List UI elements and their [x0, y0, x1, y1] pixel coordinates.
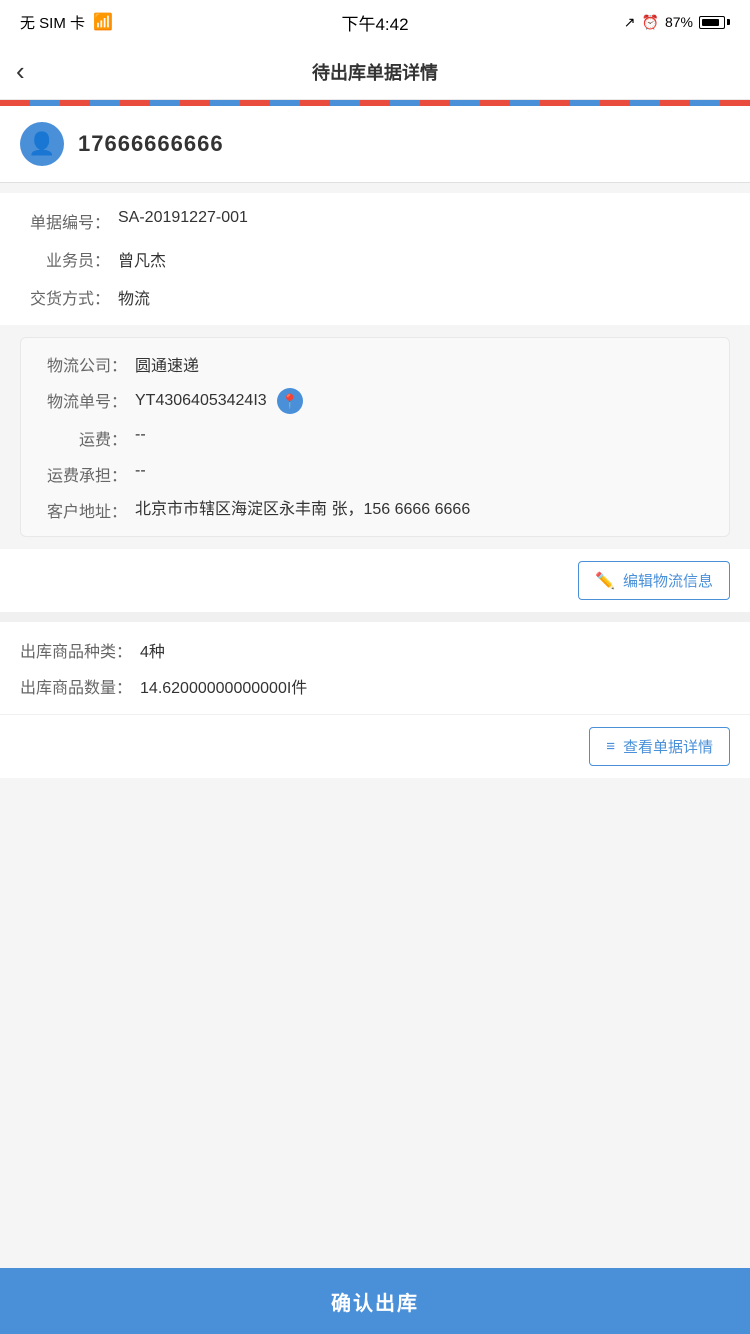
view-doc-label: 查看单据详情: [623, 736, 713, 757]
edit-logistics-label: 编辑物流信息: [623, 570, 713, 591]
sales-person-label: 业务员：: [20, 247, 110, 271]
product-types-row: 出库商品种类： 4种: [20, 638, 730, 662]
doc-icon: ≡: [606, 738, 615, 755]
location-pin-icon: 📍: [281, 393, 298, 410]
freight-label: 运费：: [37, 426, 127, 450]
address-row: 客户地址： 北京市市辖区海淀区永丰南 张，156 6666 6666: [37, 498, 713, 522]
carrier-text: 无 SIM 卡: [20, 12, 85, 33]
tracking-number-label: 物流单号：: [37, 388, 127, 412]
freight-value: --: [135, 426, 713, 444]
edit-icon: ✏️: [595, 571, 615, 591]
logistics-company-value: 圆通速递: [135, 352, 713, 376]
delivery-method-value: 物流: [118, 285, 730, 309]
sales-person-value: 曾凡杰: [118, 247, 730, 271]
order-number-label: 单据编号：: [20, 209, 110, 233]
customer-phone: 17666666666: [78, 131, 224, 157]
product-types-label: 出库商品种类：: [20, 638, 132, 662]
product-quantity-row: 出库商品数量： 14.62000000000000I件: [20, 674, 730, 698]
avatar-icon: 👤: [28, 131, 55, 157]
freight-bearer-label: 运费承担：: [37, 462, 127, 486]
address-label: 客户地址：: [37, 498, 127, 522]
tracking-number-value: YT43064053424I3 📍: [135, 388, 713, 414]
battery-fill: [702, 19, 719, 26]
confirm-button[interactable]: 确认出库: [0, 1268, 750, 1334]
sales-person-row: 业务员： 曾凡杰: [20, 247, 730, 271]
nav-title: 待出库单据详情: [312, 59, 438, 85]
logistics-company-label: 物流公司：: [37, 352, 127, 376]
status-time: 下午4:42: [341, 10, 408, 35]
location-service-icon: ↗: [624, 14, 636, 31]
edit-logistics-button[interactable]: ✏️ 编辑物流信息: [578, 561, 730, 600]
product-quantity-value: 14.62000000000000I件: [140, 674, 307, 698]
battery-body: [699, 16, 725, 29]
edit-logistics-section: ✏️ 编辑物流信息: [0, 549, 750, 612]
freight-bearer-row: 运费承担： --: [37, 462, 713, 486]
wifi-icon: 📶: [93, 12, 113, 32]
order-number-value: SA-20191227-001: [118, 209, 730, 227]
battery-indicator: [699, 16, 730, 29]
freight-row: 运费： --: [37, 426, 713, 450]
battery-text: 87%: [665, 14, 693, 30]
product-section: 出库商品种类： 4种 出库商品数量： 14.62000000000000I件: [0, 622, 750, 714]
section-divider-1: [0, 612, 750, 622]
location-icon-btn[interactable]: 📍: [277, 388, 303, 414]
view-doc-button[interactable]: ≡ 查看单据详情: [589, 727, 730, 766]
status-carrier: 无 SIM 卡 📶: [20, 12, 113, 33]
alarm-icon: ⏰: [642, 14, 659, 31]
avatar: 👤: [20, 122, 64, 166]
delivery-method-label: 交货方式：: [20, 285, 110, 309]
address-value: 北京市市辖区海淀区永丰南 张，156 6666 6666: [135, 498, 713, 522]
tracking-num-text: YT43064053424I3: [135, 392, 267, 410]
freight-bearer-value: --: [135, 462, 713, 480]
status-right: ↗ ⏰ 87%: [624, 14, 730, 31]
customer-header: 👤 17666666666: [0, 106, 750, 183]
order-info-section: 单据编号： SA-20191227-001 业务员： 曾凡杰 交货方式： 物流: [0, 193, 750, 325]
logistics-company-row: 物流公司： 圆通速递: [37, 352, 713, 376]
order-number-row: 单据编号： SA-20191227-001: [20, 209, 730, 233]
logistics-card: 物流公司： 圆通速递 物流单号： YT43064053424I3 📍 运费： -…: [20, 337, 730, 537]
product-quantity-label: 出库商品数量：: [20, 674, 132, 698]
status-bar: 无 SIM 卡 📶 下午4:42 ↗ ⏰ 87%: [0, 0, 750, 44]
product-types-value: 4种: [140, 638, 165, 662]
empty-space: [0, 778, 750, 978]
back-button[interactable]: ‹: [8, 48, 33, 95]
delivery-method-row: 交货方式： 物流: [20, 285, 730, 309]
tracking-number-row: 物流单号： YT43064053424I3 📍: [37, 388, 713, 414]
nav-bar: ‹ 待出库单据详情: [0, 44, 750, 100]
confirm-label: 确认出库: [331, 1287, 419, 1316]
view-doc-section: ≡ 查看单据详情: [0, 714, 750, 778]
battery-tip: [727, 19, 730, 25]
